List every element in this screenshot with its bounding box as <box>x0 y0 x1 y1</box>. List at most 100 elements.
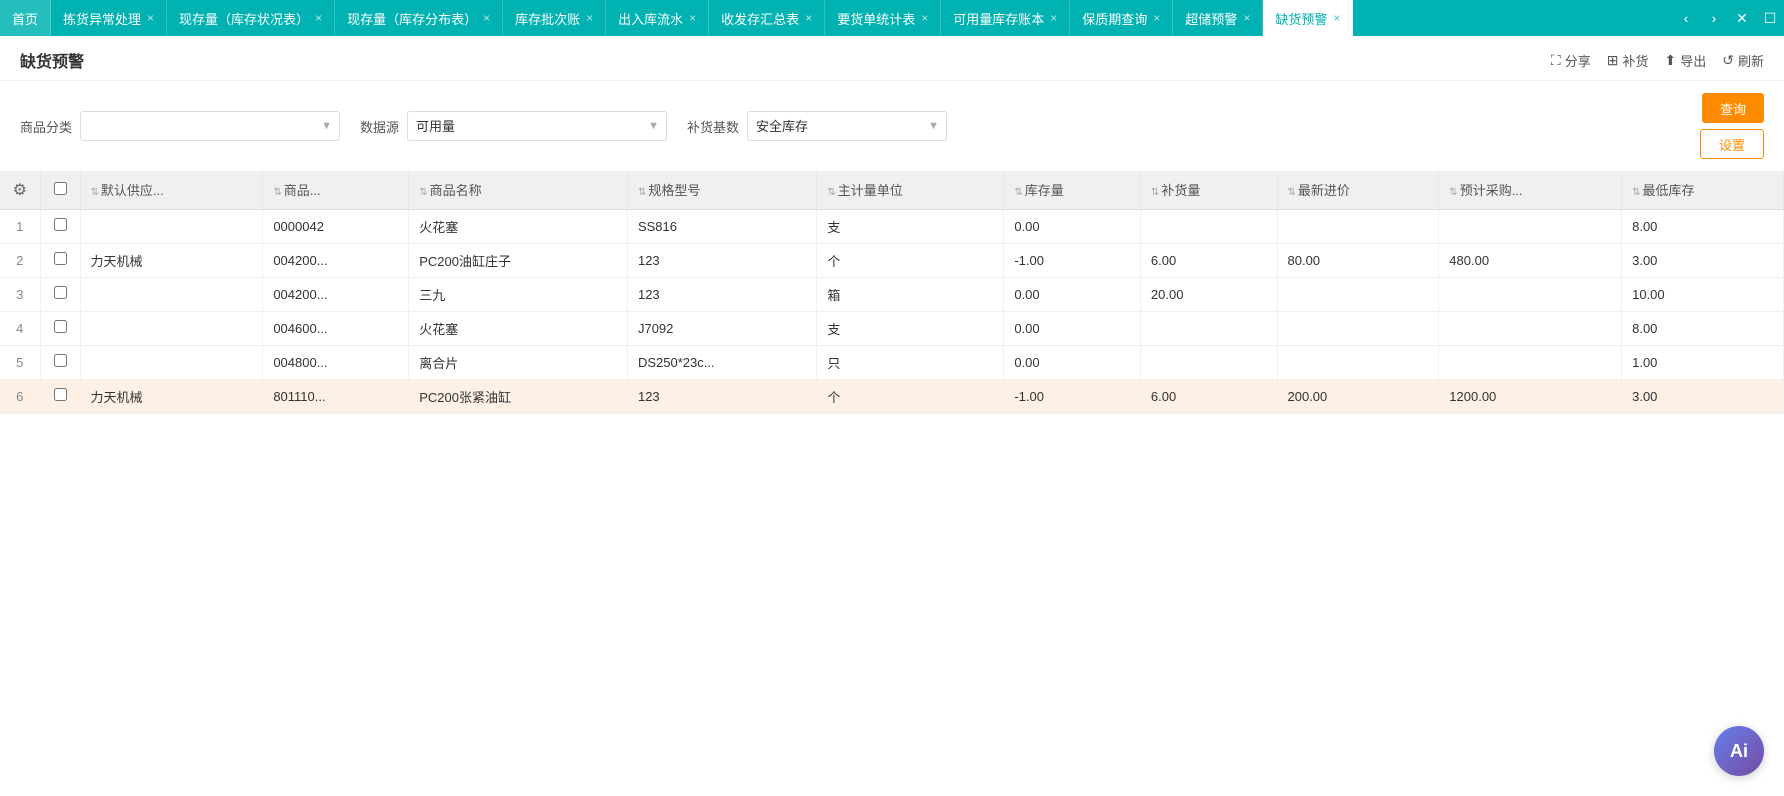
tab-overstock[interactable]: 超储预警× <box>1173 0 1263 36</box>
tab-close-overstock[interactable]: × <box>1243 11 1250 25</box>
cell-unit: 只 <box>817 345 1004 379</box>
table-row: 4004600...火花塞J7092支0.008.00 <box>0 311 1784 345</box>
cell-latest_price: 80.00 <box>1277 243 1439 277</box>
filter-bar: 商品分类 ▼ 数据源 可用量 ▼ 补货基数 安全库存 <box>0 81 1784 171</box>
tab-close-batch[interactable]: × <box>586 11 593 25</box>
tab-exception[interactable]: 拣货异常处理× <box>51 0 167 36</box>
tab-close-receipt[interactable]: × <box>805 11 812 25</box>
row-checkbox-cell[interactable] <box>40 379 80 413</box>
tab-receipt[interactable]: 收发存汇总表× <box>709 0 825 36</box>
cell-product_name: 火花塞 <box>409 311 628 345</box>
cell-replenish_qty: 20.00 <box>1140 277 1277 311</box>
query-button[interactable]: 查询 <box>1702 93 1764 123</box>
col-header-product_name[interactable]: ⇅商品名称 <box>409 171 628 209</box>
row-checkbox[interactable] <box>54 252 67 265</box>
table-row: 2力天机械004200...PC200油缸庄子123个-1.006.0080.0… <box>0 243 1784 277</box>
row-checkbox-cell[interactable] <box>40 209 80 243</box>
tab-flow[interactable]: 出入库流水× <box>606 0 709 36</box>
page-title: 缺货预警 <box>20 48 84 72</box>
share-button[interactable]: ⛶ 分享 <box>1551 51 1591 70</box>
tab-expiry[interactable]: 保质期查询× <box>1070 0 1173 36</box>
row-checkbox[interactable] <box>54 286 67 299</box>
export-button[interactable]: ⬆ 导出 <box>1665 51 1707 70</box>
tab-order-stats[interactable]: 要货单统计表× <box>825 0 941 36</box>
replenish-button[interactable]: ⊞ 补货 <box>1607 51 1649 70</box>
tab-close-order-stats[interactable]: × <box>921 11 928 25</box>
cell-unit: 个 <box>817 243 1004 277</box>
row-checkbox[interactable] <box>54 218 67 231</box>
tab-inventory-status[interactable]: 现存量（库存状况表）× <box>167 0 335 36</box>
cell-stock: 0.00 <box>1004 311 1141 345</box>
page-header: 缺货预警 ⛶ 分享 ⊞ 补货 ⬆ 导出 ↺ 刷新 <box>0 36 1784 81</box>
row-checkbox[interactable] <box>54 320 67 333</box>
tab-prev-button[interactable]: ‹ <box>1672 0 1700 36</box>
cell-supplier <box>80 277 263 311</box>
tab-batch[interactable]: 库存批次账× <box>503 0 606 36</box>
sort-icon: ⇅ <box>273 187 281 198</box>
cell-est_purchase <box>1439 277 1622 311</box>
category-select[interactable] <box>80 111 340 141</box>
row-checkbox[interactable] <box>54 388 67 401</box>
col-header-product_code[interactable]: ⇅商品... <box>263 171 409 209</box>
row-checkbox-cell[interactable] <box>40 243 80 277</box>
table-row: 10000042火花塞SS816支0.008.00 <box>0 209 1784 243</box>
col-header-stock[interactable]: ⇅库存量 <box>1004 171 1141 209</box>
tab-next-button[interactable]: › <box>1700 0 1728 36</box>
refresh-button[interactable]: ↺ 刷新 <box>1722 51 1764 70</box>
col-header-replenish_qty[interactable]: ⇅补货量 <box>1140 171 1277 209</box>
tab-close-available[interactable]: × <box>1050 11 1057 25</box>
row-checkbox-cell[interactable] <box>40 345 80 379</box>
cell-product_code: 004600... <box>263 311 409 345</box>
sort-icon: ⇅ <box>638 187 646 198</box>
tab-home[interactable]: 首页 <box>0 0 51 36</box>
cell-stock: 0.00 <box>1004 345 1141 379</box>
tab-maximize-button[interactable]: ☐ <box>1756 0 1784 36</box>
tab-close-inventory-status[interactable]: × <box>315 11 322 25</box>
cell-min_stock: 1.00 <box>1622 345 1784 379</box>
replenish-icon: ⊞ <box>1607 52 1619 69</box>
tab-close-exception[interactable]: × <box>147 11 154 25</box>
tab-shortage[interactable]: 缺货预警× <box>1263 0 1353 36</box>
gear-icon[interactable]: ⚙ <box>13 182 27 199</box>
table-row: 3004200...三九123箱0.0020.0010.00 <box>0 277 1784 311</box>
cell-unit: 支 <box>817 311 1004 345</box>
cell-stock: -1.00 <box>1004 243 1141 277</box>
col-header-est_purchase[interactable]: ⇅预计采购... <box>1439 171 1622 209</box>
tab-close-flow[interactable]: × <box>689 11 696 25</box>
header-actions: ⛶ 分享 ⊞ 补货 ⬆ 导出 ↺ 刷新 <box>1551 51 1764 70</box>
col-header-unit[interactable]: ⇅主计量单位 <box>817 171 1004 209</box>
cell-min_stock: 3.00 <box>1622 243 1784 277</box>
row-checkbox[interactable] <box>54 354 67 367</box>
cell-spec: J7092 <box>627 311 816 345</box>
settings-button[interactable]: 设置 <box>1700 129 1764 159</box>
category-label: 商品分类 <box>20 117 72 136</box>
cell-product_name: 火花塞 <box>409 209 628 243</box>
cell-est_purchase <box>1439 345 1622 379</box>
tab-close-inventory-dist[interactable]: × <box>483 11 490 25</box>
ai-assistant-button[interactable]: Ai <box>1714 726 1764 776</box>
col-header-supplier[interactable]: ⇅默认供应... <box>80 171 263 209</box>
cell-latest_price <box>1277 345 1439 379</box>
col-header-min_stock[interactable]: ⇅最低库存 <box>1622 171 1784 209</box>
tab-restore-button[interactable]: ✕ <box>1728 0 1756 36</box>
row-checkbox-cell[interactable] <box>40 311 80 345</box>
cell-unit: 箱 <box>817 277 1004 311</box>
col-header-latest_price[interactable]: ⇅最新进价 <box>1277 171 1439 209</box>
cell-replenish_qty: 6.00 <box>1140 379 1277 413</box>
cell-spec: 123 <box>627 277 816 311</box>
select-all-checkbox[interactable] <box>54 182 67 195</box>
row-checkbox-cell[interactable] <box>40 277 80 311</box>
col-header-spec[interactable]: ⇅规格型号 <box>627 171 816 209</box>
col-header-gear: ⚙ <box>0 171 40 209</box>
data-table: ⚙⇅默认供应...⇅商品...⇅商品名称⇅规格型号⇅主计量单位⇅库存量⇅补货量⇅… <box>0 171 1784 414</box>
replenish-select[interactable]: 安全库存 <box>747 111 947 141</box>
cell-spec: SS816 <box>627 209 816 243</box>
tab-inventory-dist[interactable]: 现存量（库存分布表）× <box>335 0 503 36</box>
datasource-select-wrapper: 可用量 ▼ <box>407 111 667 141</box>
cell-product_name: PC200油缸庄子 <box>409 243 628 277</box>
datasource-select[interactable]: 可用量 <box>407 111 667 141</box>
tab-close-shortage[interactable]: × <box>1333 11 1340 25</box>
category-filter-group: 商品分类 ▼ <box>20 111 340 141</box>
tab-available[interactable]: 可用量库存账本× <box>941 0 1070 36</box>
tab-close-expiry[interactable]: × <box>1153 11 1160 25</box>
